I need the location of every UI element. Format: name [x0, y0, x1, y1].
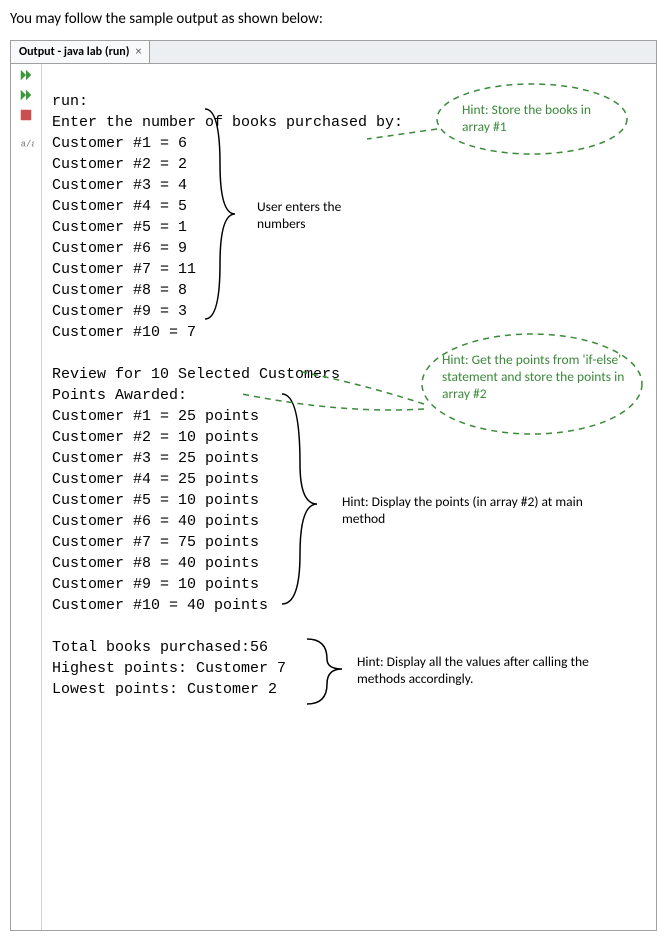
close-icon[interactable]: ×	[135, 45, 141, 59]
run-icon[interactable]	[18, 88, 34, 102]
book-line: Customer #2 = 2	[52, 156, 187, 173]
tab-title: Output - java lab (run)	[19, 45, 129, 59]
points-header: Points Awarded:	[52, 387, 187, 404]
book-line: Customer #6 = 9	[52, 240, 187, 257]
points-line: Customer #6 = 40 points	[52, 513, 259, 530]
points-line: Customer #1 = 25 points	[52, 408, 259, 425]
tab-bar: Output - java lab (run) ×	[11, 41, 656, 64]
console-output: run: Enter the number of books purchased…	[42, 64, 656, 930]
lowest-line: Lowest points: Customer 2	[52, 681, 277, 698]
book-line: Customer #5 = 1	[52, 219, 187, 236]
points-line: Customer #5 = 10 points	[52, 492, 259, 509]
points-line: Customer #9 = 10 points	[52, 576, 259, 593]
stop-icon[interactable]	[18, 108, 34, 122]
points-line: Customer #7 = 75 points	[52, 534, 259, 551]
run-icon[interactable]	[18, 68, 34, 82]
svg-text:a/a: a/a	[21, 140, 34, 150]
total-line: Total books purchased:56	[52, 639, 268, 656]
book-line: Customer #10 = 7	[52, 324, 196, 341]
run-label: run:	[52, 93, 88, 110]
points-line: Customer #3 = 25 points	[52, 450, 259, 467]
points-line: Customer #8 = 40 points	[52, 555, 259, 572]
book-line: Customer #4 = 5	[52, 198, 187, 215]
wrap-icon[interactable]: a/a	[18, 136, 34, 150]
intro-text: You may follow the sample output as show…	[10, 10, 657, 28]
output-tab[interactable]: Output - java lab (run) ×	[11, 41, 150, 63]
ide-output-window: Output - java lab (run) × a/a run: Enter…	[10, 40, 657, 931]
book-line: Customer #9 = 3	[52, 303, 187, 320]
points-line: Customer #4 = 25 points	[52, 471, 259, 488]
book-line: Customer #1 = 6	[52, 135, 187, 152]
hint-4: Hint: Display all the values after calli…	[357, 654, 597, 688]
user-enters-label: User enters the numbers	[257, 199, 377, 233]
gutter: a/a	[11, 64, 42, 930]
points-line: Customer #2 = 10 points	[52, 429, 259, 446]
highest-line: Highest points: Customer 7	[52, 660, 286, 677]
review-header: Review for 10 Selected Customers	[52, 366, 340, 383]
book-line: Customer #3 = 4	[52, 177, 187, 194]
hint-1: Hint: Store the books in array #1	[462, 102, 607, 136]
hint-3: Hint: Display the points (in array #2) a…	[342, 494, 592, 528]
prompt-line: Enter the number of books purchased by:	[52, 114, 403, 131]
book-line: Customer #8 = 8	[52, 282, 187, 299]
points-line: Customer #10 = 40 points	[52, 597, 268, 614]
book-line: Customer #7 = 11	[52, 261, 196, 278]
hint-2: Hint: Get the points from 'if-else' stat…	[442, 352, 627, 403]
